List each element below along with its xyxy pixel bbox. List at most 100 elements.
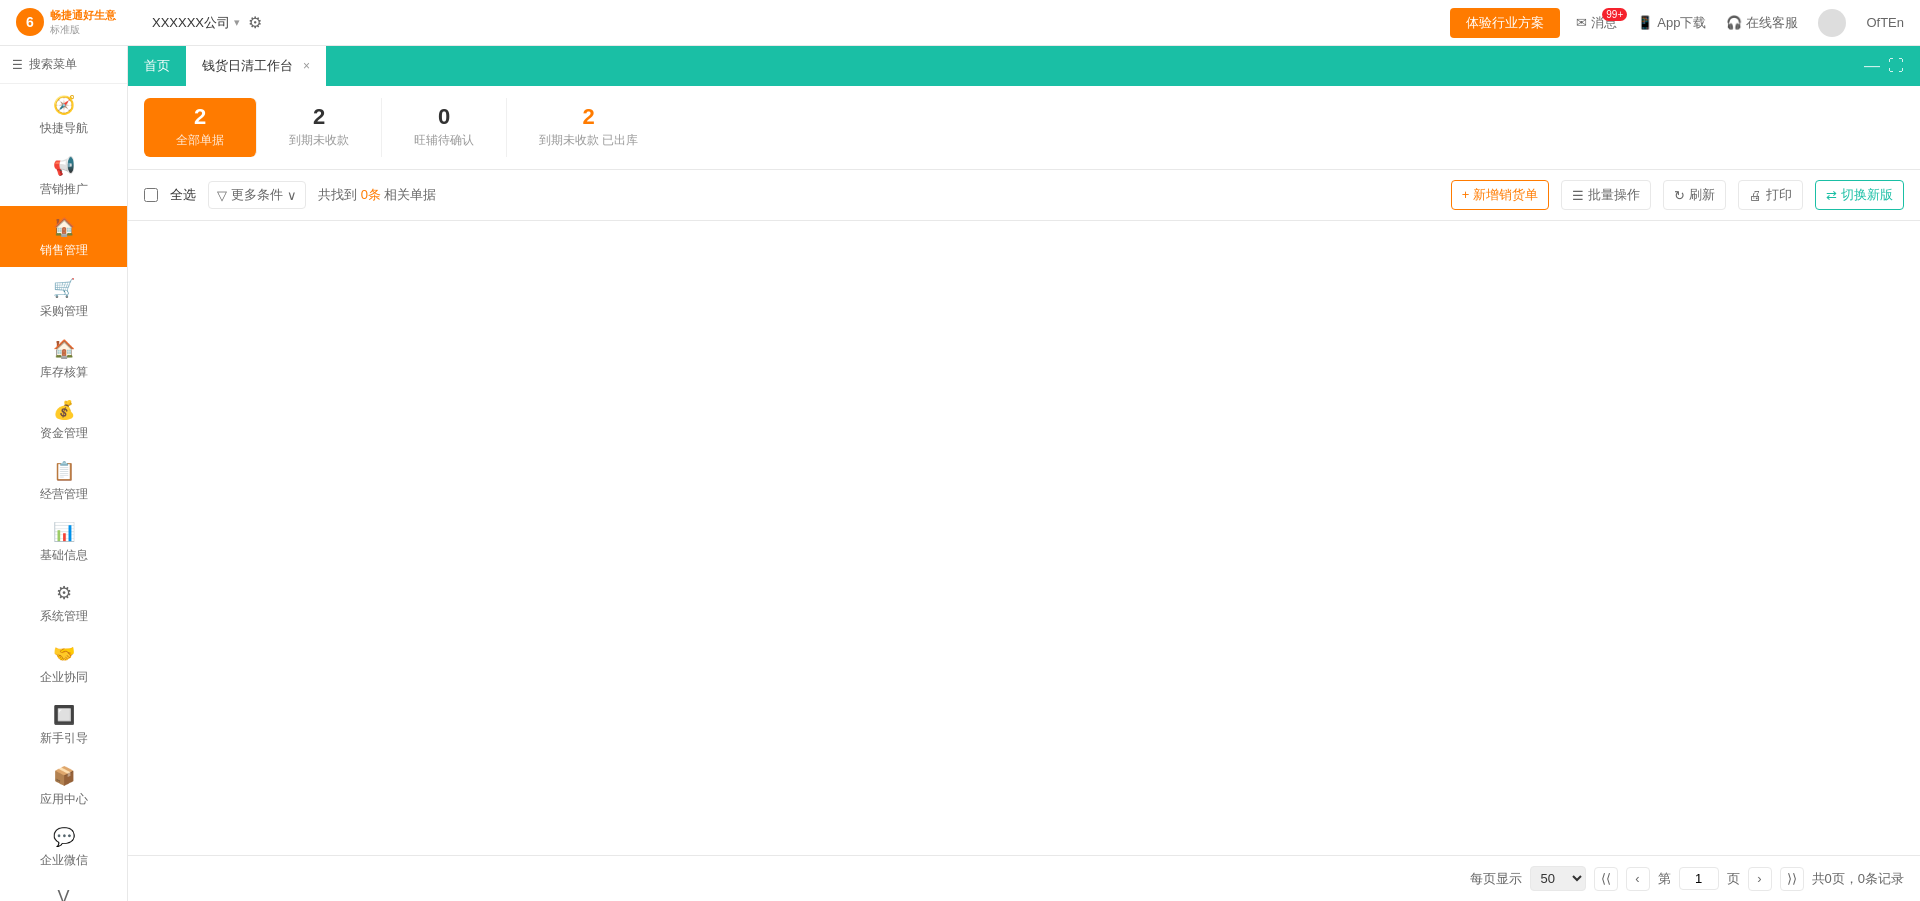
member-icon: V (57, 887, 69, 901)
logo-area: 6 畅捷通好生意 标准版 (16, 8, 144, 36)
system-icon: ⚙ (56, 582, 72, 604)
app-center-icon: 📦 (53, 765, 75, 787)
inventory-icon: 🏠 (53, 338, 75, 360)
refresh-label: 刷新 (1689, 186, 1715, 204)
content: 2 全部单据 2 到期未收款 0 旺辅待确认 2 到期未收款 已出库 (128, 86, 1920, 901)
avatar[interactable] (1818, 9, 1846, 37)
company-name: XXXXXX公司 (152, 14, 230, 32)
page-size-select[interactable]: 50 20 100 (1530, 866, 1586, 891)
summary-card-overdue[interactable]: 2 到期未收款 (257, 98, 382, 157)
phone-icon: 📱 (1637, 15, 1653, 30)
filter-button[interactable]: ▽ 更多条件 ∨ (208, 181, 306, 209)
sidebar-item-quick-nav[interactable]: 🧭 快捷导航 (0, 84, 127, 145)
sidebar-item-sales[interactable]: 🏠 销售管理 (0, 206, 127, 267)
print-label: 打印 (1766, 186, 1792, 204)
message-button[interactable]: ✉ 消息 99+ (1576, 14, 1617, 32)
summary-label-all: 全部单据 (176, 132, 224, 149)
sidebar-item-purchase[interactable]: 🛒 采购管理 (0, 267, 127, 328)
search-icon: ☰ (12, 58, 23, 72)
topbar-right: ✉ 消息 99+ 📱 App下载 🎧 在线客服 OfTEn (1576, 9, 1904, 37)
sidebar-item-app-center[interactable]: 📦 应用中心 (0, 755, 127, 816)
app-download-button[interactable]: 📱 App下载 (1637, 14, 1706, 32)
message-icon: ✉ (1576, 15, 1587, 30)
search-menu-label: 搜索菜单 (29, 56, 77, 73)
sidebar-item-wechat[interactable]: 💬 企业微信 (0, 816, 127, 877)
sidebar-item-marketing[interactable]: 📢 营销推广 (0, 145, 127, 206)
summary-num-overdue: 2 (313, 106, 325, 128)
sidebar-item-finance[interactable]: 💰 资金管理 (0, 389, 127, 450)
add-sales-order-button[interactable]: + 新增销货单 (1451, 180, 1549, 210)
sidebar-item-label: 基础信息 (40, 547, 88, 564)
prev-page-button[interactable]: ‹ (1626, 867, 1650, 891)
finance-icon: 💰 (53, 399, 75, 421)
summary-label-pending: 旺辅待确认 (414, 132, 474, 149)
summary-card-overdue-out[interactable]: 2 到期未收款 已出库 (507, 98, 670, 157)
switch-icon: ⇄ (1826, 188, 1837, 203)
try-industry-button[interactable]: 体验行业方案 (1450, 8, 1560, 38)
sidebar-item-label: 销售管理 (40, 242, 88, 259)
tab-home[interactable]: 首页 (128, 46, 186, 86)
sidebar-item-label: 经营管理 (40, 486, 88, 503)
chevron-down-icon: ▾ (234, 16, 240, 29)
batch-operation-button[interactable]: ☰ 批量操作 (1561, 180, 1651, 210)
sidebar-item-operation[interactable]: 📋 经营管理 (0, 450, 127, 511)
settings-icon[interactable]: ⚙ (248, 13, 262, 32)
minimize-icon[interactable]: — (1864, 57, 1880, 75)
user-name[interactable]: OfTEn (1866, 15, 1904, 30)
summary-card-pending[interactable]: 0 旺辅待确认 (382, 98, 507, 157)
tab-workbench[interactable]: 钱货日清工作台 × (186, 46, 326, 86)
purchase-icon: 🛒 (53, 277, 75, 299)
sidebar: ☰ 搜索菜单 🧭 快捷导航 📢 营销推广 🏠 销售管理 🛒 采购管理 🏠 库存核… (0, 46, 128, 901)
sidebar-item-label: 应用中心 (40, 791, 88, 808)
select-all-checkbox[interactable] (144, 188, 158, 202)
sidebar-item-system[interactable]: ⚙ 系统管理 (0, 572, 127, 633)
sales-icon: 🏠 (53, 216, 75, 238)
maximize-icon[interactable]: ⛶ (1888, 57, 1904, 75)
main: 首页 钱货日清工作台 × — ⛶ 2 全部单据 2 到期 (128, 46, 1920, 901)
summary-num-all: 2 (194, 106, 206, 128)
page-label-end: 页 (1727, 870, 1740, 888)
select-all-label: 全选 (170, 186, 196, 204)
batch-icon: ☰ (1572, 188, 1584, 203)
switch-label: 切换新版 (1841, 186, 1893, 204)
sidebar-item-label: 营销推广 (40, 181, 88, 198)
chevron-filter-icon: ∨ (287, 188, 297, 203)
sidebar-item-cooperation[interactable]: 🤝 企业协同 (0, 633, 127, 694)
sidebar-item-member[interactable]: V 畅会员 (0, 877, 127, 901)
summary-card-all[interactable]: 2 全部单据 (144, 98, 257, 157)
sidebar-item-label: 新手引导 (40, 730, 88, 747)
summary-cards: 2 全部单据 2 到期未收款 0 旺辅待确认 2 到期未收款 已出库 (128, 86, 1920, 170)
sidebar-item-basic-info[interactable]: 📊 基础信息 (0, 511, 127, 572)
page-label: 第 (1658, 870, 1671, 888)
page-input[interactable] (1679, 867, 1719, 890)
print-icon: 🖨 (1749, 188, 1762, 203)
first-page-button[interactable]: ⟨⟨ (1594, 867, 1618, 891)
sidebar-item-guide[interactable]: 🔲 新手引导 (0, 694, 127, 755)
sidebar-item-label: 资金管理 (40, 425, 88, 442)
found-text: 共找到 0条 相关单据 (318, 186, 436, 204)
filter-icon: ▽ (217, 188, 227, 203)
refresh-button[interactable]: ↻ 刷新 (1663, 180, 1726, 210)
print-button[interactable]: 🖨 打印 (1738, 180, 1803, 210)
pagination: 每页显示 50 20 100 ⟨⟨ ‹ 第 页 › ⟩⟩ 共0页，0条记录 (128, 855, 1920, 901)
page-size-label: 每页显示 (1470, 870, 1522, 888)
next-page-button[interactable]: › (1748, 867, 1772, 891)
layout: ☰ 搜索菜单 🧭 快捷导航 📢 营销推广 🏠 销售管理 🛒 采购管理 🏠 库存核… (0, 46, 1920, 901)
filter-label: 更多条件 (231, 186, 283, 204)
online-service-button[interactable]: 🎧 在线客服 (1726, 14, 1798, 32)
refresh-icon: ↻ (1674, 188, 1685, 203)
search-menu-item[interactable]: ☰ 搜索菜单 (0, 46, 127, 84)
window-controls: — ⛶ (1864, 57, 1920, 75)
sidebar-item-label: 快捷导航 (40, 120, 88, 137)
tab-close-icon[interactable]: × (303, 59, 310, 73)
quick-nav-icon: 🧭 (53, 94, 75, 116)
summary-num-overdue-out: 2 (583, 106, 595, 128)
last-page-button[interactable]: ⟩⟩ (1780, 867, 1804, 891)
logo-text: 畅捷通好生意 (50, 8, 116, 22)
message-badge: 99+ (1602, 8, 1627, 21)
company-selector[interactable]: XXXXXX公司 ▾ (152, 14, 240, 32)
tabs-bar: 首页 钱货日清工作台 × — ⛶ (128, 46, 1920, 86)
sidebar-item-inventory[interactable]: 🏠 库存核算 (0, 328, 127, 389)
cooperation-icon: 🤝 (53, 643, 75, 665)
switch-version-button[interactable]: ⇄ 切换新版 (1815, 180, 1904, 210)
